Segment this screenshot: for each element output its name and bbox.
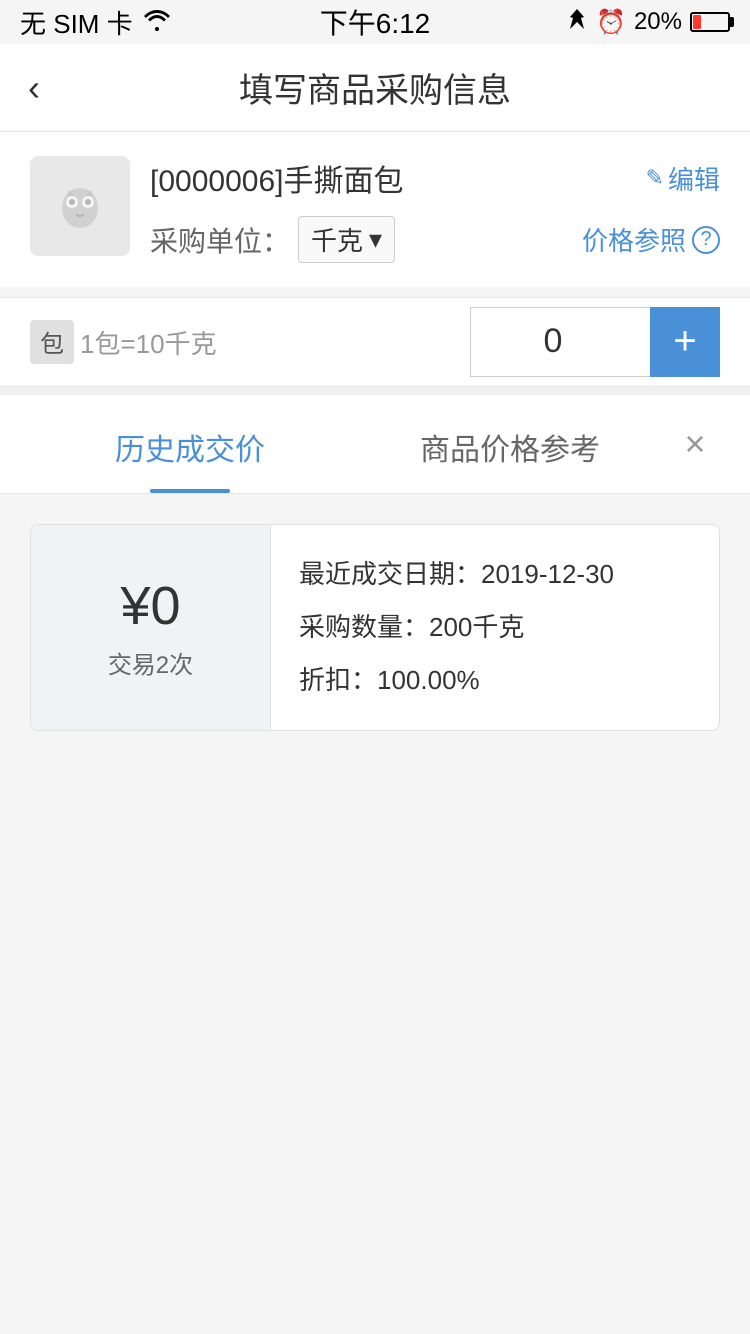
price-ref-label: 价格参照 bbox=[582, 221, 686, 258]
price-content-area: ¥0 交易2次 最近成交日期：2019-12-30 采购数量：200千克 折扣：… bbox=[0, 494, 750, 761]
price-card-left: ¥0 交易2次 bbox=[31, 525, 271, 730]
edit-label: 编辑 bbox=[668, 160, 720, 197]
product-image bbox=[30, 156, 130, 256]
unit-row: 采购单位： 千克 ▾ 价格参照 ? bbox=[150, 216, 720, 263]
tab-history-price[interactable]: 历史成交价 bbox=[30, 395, 350, 493]
battery-icon bbox=[690, 12, 730, 32]
quantity-unit-display: 包 1包=10千克 bbox=[30, 320, 217, 364]
price-ref-button[interactable]: 价格参照 ? bbox=[582, 221, 720, 258]
product-info: [0000006]手撕面包 ✎ 编辑 采购单位： 千克 ▾ 价格参照 ? bbox=[150, 156, 720, 263]
quantity-detail-label: 采购数量： bbox=[299, 612, 429, 642]
status-carrier: 无 SIM 卡 bbox=[20, 4, 171, 41]
carrier-text: 无 SIM 卡 bbox=[20, 4, 133, 41]
location-icon bbox=[566, 8, 588, 37]
close-button[interactable]: × bbox=[670, 419, 720, 469]
tab1-label: 历史成交价 bbox=[115, 434, 265, 467]
quantity-detail-value: 200千克 bbox=[429, 612, 524, 642]
wifi-icon bbox=[143, 7, 171, 38]
status-time: 下午6:12 bbox=[320, 2, 431, 42]
unit-select[interactable]: 千克 ▾ bbox=[298, 216, 395, 263]
unit-selector-group: 采购单位： 千克 ▾ bbox=[150, 216, 395, 263]
dropdown-icon: ▾ bbox=[369, 224, 382, 255]
recent-date-row: 最近成交日期：2019-12-30 bbox=[299, 555, 691, 594]
product-title-row: [0000006]手撕面包 ✎ 编辑 bbox=[150, 156, 720, 200]
status-right: ⏰ 20% bbox=[566, 8, 730, 37]
price-trades: 交易2次 bbox=[108, 645, 193, 680]
page-title: 填写商品采购信息 bbox=[239, 63, 511, 112]
price-card: ¥0 交易2次 最近成交日期：2019-12-30 采购数量：200千克 折扣：… bbox=[30, 524, 720, 731]
back-button[interactable]: ‹ bbox=[28, 67, 40, 109]
quantity-section: 包 1包=10千克 + bbox=[0, 297, 750, 385]
edit-button[interactable]: ✎ 编辑 bbox=[646, 160, 720, 197]
quantity-label-area: 包 1包=10千克 bbox=[30, 320, 217, 364]
price-number: 0 bbox=[151, 576, 181, 636]
section-separator bbox=[0, 385, 750, 395]
battery-percent: 20% bbox=[634, 8, 682, 36]
alarm-icon: ⏰ bbox=[596, 8, 626, 37]
recent-date-label: 最近成交日期： bbox=[299, 559, 481, 589]
quantity-plus-button[interactable]: + bbox=[650, 307, 720, 377]
product-name: [0000006]手撕面包 bbox=[150, 156, 403, 200]
help-icon: ? bbox=[692, 226, 720, 254]
price-value: ¥0 bbox=[120, 575, 180, 637]
edit-icon: ✎ bbox=[646, 165, 664, 191]
unit-label: 采购单位： bbox=[150, 220, 290, 260]
tab-underline bbox=[150, 489, 230, 493]
quantity-input[interactable] bbox=[470, 307, 650, 377]
unit-value: 千克 bbox=[311, 221, 363, 258]
tab-price-reference[interactable]: 商品价格参考 bbox=[350, 395, 670, 493]
close-icon: × bbox=[684, 423, 705, 465]
recent-date-value: 2019-12-30 bbox=[481, 559, 614, 589]
unit-equiv: 1包=10千克 bbox=[80, 324, 217, 361]
quantity-input-area: + bbox=[470, 307, 720, 377]
discount-value: 100.00% bbox=[377, 665, 480, 695]
discount-row: 折扣：100.00% bbox=[299, 661, 691, 700]
tabs-bar: 历史成交价 商品价格参考 × bbox=[0, 395, 750, 494]
tab2-label: 商品价格参考 bbox=[420, 434, 600, 467]
main-content: ¥0 交易2次 最近成交日期：2019-12-30 采购数量：200千克 折扣：… bbox=[0, 494, 750, 1194]
price-card-right: 最近成交日期：2019-12-30 采购数量：200千克 折扣：100.00% bbox=[271, 525, 719, 730]
status-bar: 无 SIM 卡 下午6:12 ⏰ 20% bbox=[0, 0, 750, 44]
discount-label: 折扣： bbox=[299, 665, 377, 695]
unit-box-icon: 包 bbox=[30, 320, 74, 364]
currency-symbol: ¥ bbox=[120, 576, 150, 636]
product-card: [0000006]手撕面包 ✎ 编辑 采购单位： 千克 ▾ 价格参照 ? bbox=[0, 132, 750, 287]
quantity-row: 采购数量：200千克 bbox=[299, 608, 691, 647]
nav-bar: ‹ 填写商品采购信息 bbox=[0, 44, 750, 132]
